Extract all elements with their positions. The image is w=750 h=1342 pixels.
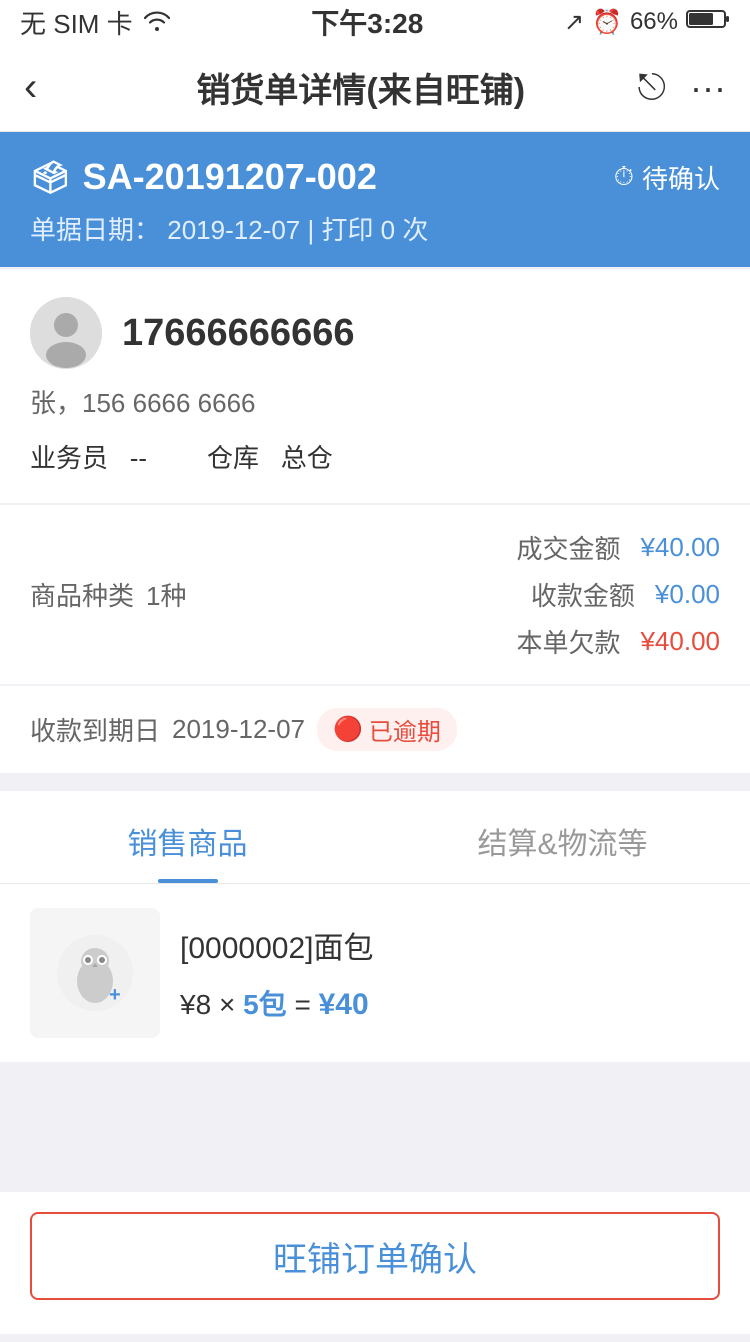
warehouse-field: 仓库 总仓 bbox=[207, 438, 333, 475]
battery-icon bbox=[686, 8, 730, 37]
summary-right: 成交金额 ¥40.00 收款金额 ¥0.00 本单欠款 ¥40.00 bbox=[516, 529, 720, 660]
product-price: ¥8 bbox=[180, 989, 211, 1020]
status-badge: ⏱ 待确认 bbox=[614, 159, 720, 196]
overdue-text: 已逾期 bbox=[369, 712, 441, 747]
received-value: ¥0.00 bbox=[655, 579, 720, 610]
amount-row: 成交金额 ¥40.00 bbox=[516, 529, 720, 566]
avatar bbox=[30, 297, 102, 369]
order-header-card: 🗳 SA-20191207-002 ⏱ 待确认 单据日期： 2019-12-07… bbox=[0, 132, 750, 267]
carrier-text: 无 SIM 卡 bbox=[20, 4, 133, 41]
bottom-bar: 旺铺订单确认 bbox=[0, 1192, 750, 1334]
equals-sign: = bbox=[294, 989, 318, 1020]
status-bar: 无 SIM 卡 下午3:28 ↗ ⏰ 66% bbox=[0, 0, 750, 44]
confirm-order-button[interactable]: 旺铺订单确认 bbox=[30, 1212, 720, 1300]
summary-card: 商品种类 1种 成交金额 ¥40.00 收款金额 ¥0.00 本单欠款 ¥40.… bbox=[0, 505, 750, 684]
product-thumbnail: + bbox=[30, 908, 160, 1038]
tab-settlement-logistics[interactable]: 结算&物流等 bbox=[375, 791, 750, 883]
item-types-row: 商品种类 1种 bbox=[30, 576, 506, 613]
order-id: 🗳 SA-20191207-002 bbox=[30, 156, 377, 198]
product-info: [0000002]面包 ¥8 × 5包 = ¥40 bbox=[180, 923, 720, 1023]
status-time: 下午3:28 bbox=[311, 2, 423, 42]
more-icon[interactable]: ··· bbox=[690, 67, 726, 109]
customer-phone: 17666666666 bbox=[122, 312, 354, 355]
wifi-icon bbox=[143, 7, 171, 38]
product-price-row: ¥8 × 5包 = ¥40 bbox=[180, 983, 720, 1023]
svg-text:+: + bbox=[109, 984, 121, 1006]
customer-card: 17666666666 张，156 6666 6666 业务员 -- 仓库 总仓 bbox=[0, 269, 750, 503]
received-row: 收款金额 ¥0.00 bbox=[531, 576, 720, 613]
product-card: + [0000002]面包 ¥8 × 5包 = ¥40 bbox=[0, 884, 750, 1062]
customer-name: 张，156 6666 6666 bbox=[30, 383, 720, 420]
tab-sales-products[interactable]: 销售商品 bbox=[0, 791, 375, 883]
page-title: 销货单详情(来自旺铺) bbox=[196, 63, 525, 112]
due-date-card: 收款到期日 2019-12-07 🔴 已逾期 bbox=[0, 686, 750, 773]
share-icon[interactable]: ⎋ bbox=[638, 66, 666, 109]
amount-value: ¥40.00 bbox=[640, 532, 720, 563]
product-quantity: 5包 bbox=[243, 989, 287, 1020]
status-left: 无 SIM 卡 bbox=[20, 4, 171, 41]
salesperson-field: 业务员 -- bbox=[30, 438, 147, 475]
overdue-badge: 🔴 已逾期 bbox=[317, 708, 457, 751]
due-date-value: 2019-12-07 bbox=[172, 714, 305, 745]
summary-left: 商品种类 1种 bbox=[30, 529, 506, 660]
tabs-container: 销售商品 结算&物流等 bbox=[0, 791, 750, 884]
back-button[interactable]: ‹ bbox=[24, 65, 84, 110]
header-top: 🗳 SA-20191207-002 ⏱ 待确认 bbox=[30, 156, 720, 198]
alarm-icon: ⏰ bbox=[592, 8, 622, 37]
due-label: 收款到期日 bbox=[30, 711, 160, 748]
customer-meta: 业务员 -- 仓库 总仓 bbox=[30, 438, 720, 475]
product-total: ¥40 bbox=[319, 988, 369, 1021]
owed-row: 本单欠款 ¥40.00 bbox=[516, 623, 720, 660]
customer-main: 17666666666 bbox=[30, 297, 720, 369]
location-icon: ↗ bbox=[564, 8, 584, 37]
status-right: ↗ ⏰ 66% bbox=[564, 8, 730, 37]
order-icon: 🗳 bbox=[30, 158, 71, 196]
multiply-sign: × bbox=[219, 989, 243, 1020]
order-date-row: 单据日期： 2019-12-07 | 打印 0 次 bbox=[30, 210, 720, 247]
product-name: [0000002]面包 bbox=[180, 923, 720, 967]
owed-value: ¥40.00 bbox=[640, 626, 720, 657]
overdue-icon: 🔴 bbox=[333, 715, 363, 744]
clock-icon: ⏱ bbox=[614, 161, 634, 193]
battery-text: 66% bbox=[630, 8, 678, 36]
nav-bar: ‹ 销货单详情(来自旺铺) ⎋ ··· bbox=[0, 44, 750, 132]
nav-actions: ⎋ ··· bbox=[638, 66, 726, 109]
